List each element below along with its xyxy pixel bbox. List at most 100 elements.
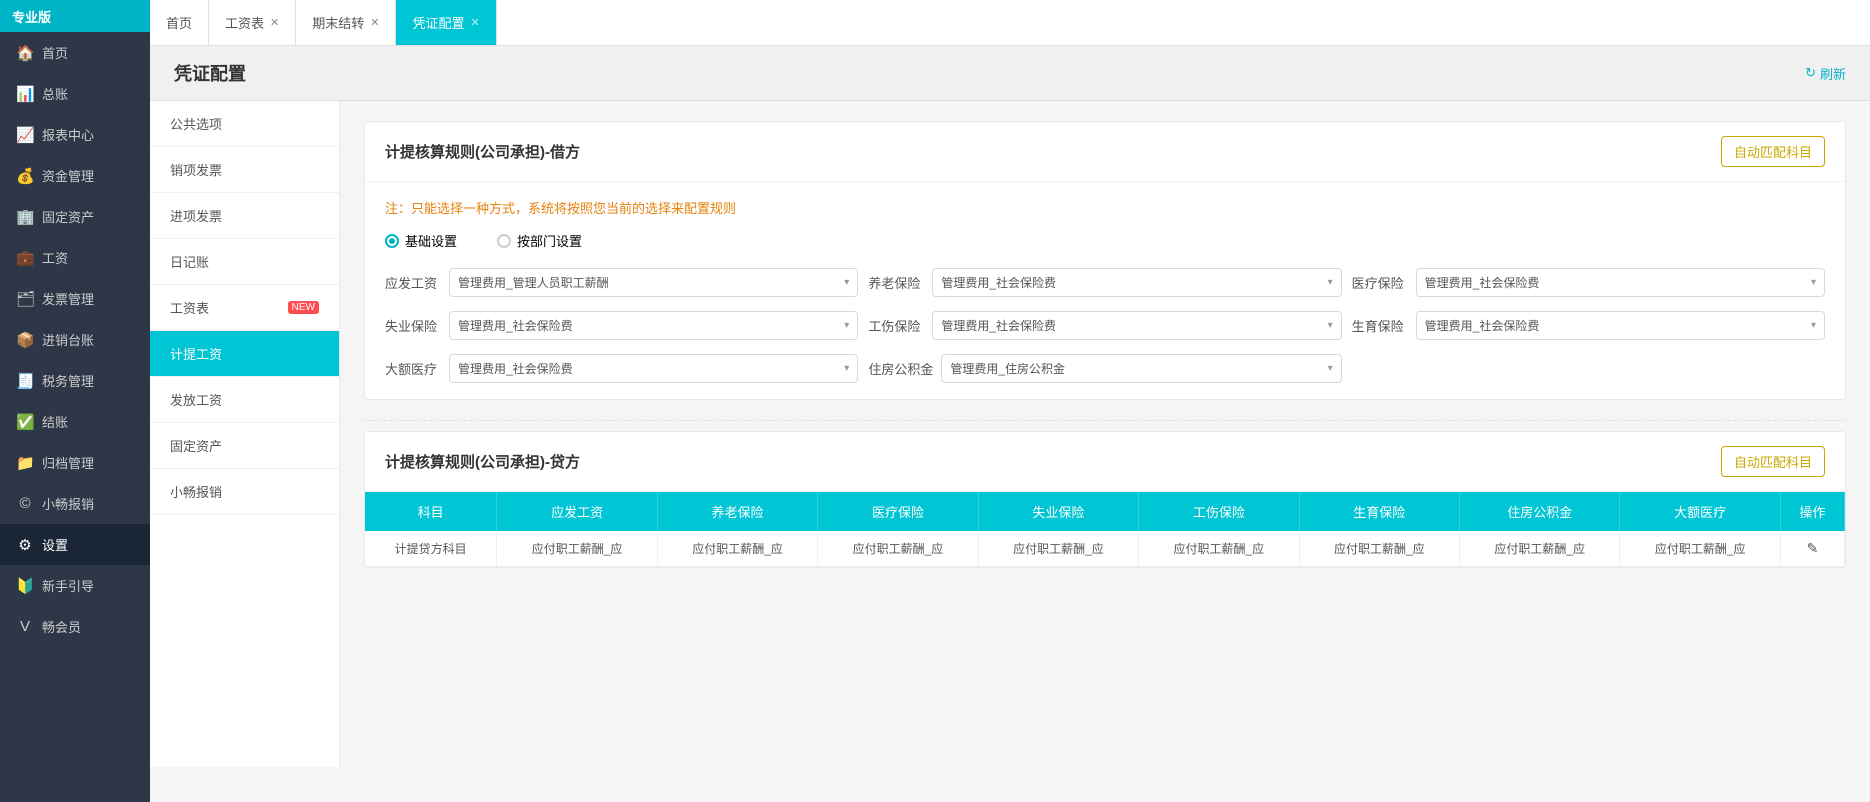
credit-col-1: 应发工资 [497,492,657,531]
tab-close-voucher-config[interactable]: ✕ [471,16,480,29]
radio-group: 基础设置 按部门设置 [385,231,1825,250]
edit-icon-0[interactable]: ✎ [1807,540,1819,556]
debit-select-3[interactable]: 管理费用_社会保险费 ▾ [449,311,858,340]
sidebar-item-closing[interactable]: ✅结账 [0,401,150,442]
credit-cell-0-4: 应付职工薪酬_应 [1139,531,1299,567]
tab-close-period-close[interactable]: ✕ [370,16,379,29]
debit-label-4: 工伤保险 [868,316,924,335]
sub-nav-label-accrual: 计提工资 [170,344,222,363]
debit-form-item-0: 应发工资 管理费用_管理人员职工薪酬 ▾ [385,268,858,297]
refresh-button[interactable]: ↻ 刷新 [1805,64,1846,83]
sidebar-icon-member: V [16,618,34,635]
debit-form-item-6: 大额医疗 管理费用_社会保险费 ▾ [385,354,858,383]
sidebar-label-closing: 结账 [42,412,68,431]
sidebar-label-home: 首页 [42,43,68,62]
debit-select-6[interactable]: 管理费用_社会保险费 ▾ [449,354,858,383]
sidebar-item-funds[interactable]: 💰资金管理 [0,155,150,196]
debit-label-6: 大额医疗 [385,359,441,378]
credit-cell-0-5: 应付职工薪酬_应 [1299,531,1459,567]
tab-home[interactable]: 首页 [150,0,209,45]
brand: 专业版 [0,0,150,32]
radio-dept-label: 按部门设置 [517,231,582,250]
debit-form-grid: 应发工资 管理费用_管理人员职工薪酬 ▾ 养老保险 管理费用_社会保险费 ▾ 医… [385,268,1825,383]
debit-label-5: 生育保险 [1352,316,1408,335]
sub-nav-accrual[interactable]: 计提工资 [150,331,339,377]
credit-section-header: 计提核算规则(公司承担)-贷方 自动匹配科目 [365,432,1845,492]
sidebar-item-home[interactable]: 🏠首页 [0,32,150,73]
debit-section-header: 计提核算规则(公司承担)-借方 自动匹配科目 [365,122,1845,182]
tab-payroll-table[interactable]: 工资表 ✕ [209,0,296,45]
sidebar-item-xcbx[interactable]: ©小畅报销 [0,483,150,524]
credit-table-wrapper: 科目应发工资养老保险医疗保险失业保险工伤保险生育保险住房公积金大额医疗操作 计提… [365,492,1845,567]
chevron-down-icon: ▾ [1328,320,1333,331]
sidebar-icon-funds: 💰 [16,167,34,185]
sub-nav-payroll-table[interactable]: 工资表NEW [150,285,339,331]
sidebar-item-guide[interactable]: 🔰新手引导 [0,565,150,606]
debit-label-1: 养老保险 [868,273,924,292]
debit-select-1[interactable]: 管理费用_社会保险费 ▾ [932,268,1341,297]
debit-form-item-7: 住房公积金 管理费用_住房公积金 ▾ [868,354,1341,383]
sub-nav-journal[interactable]: 日记账 [150,239,339,285]
chevron-down-icon: ▾ [1811,320,1816,331]
sidebar-label-settings: 设置 [42,535,68,554]
refresh-icon: ↻ [1805,65,1816,81]
sub-nav-issue-payroll[interactable]: 发放工资 [150,377,339,423]
radio-basic[interactable]: 基础设置 [385,231,457,250]
sidebar-icon-assets: 🏢 [16,208,34,226]
content-panel: 计提核算规则(公司承担)-借方 自动匹配科目 注：只能选择一种方式，系统将按照您… [340,101,1870,767]
sidebar-icon-ledger: 📊 [16,85,34,103]
tab-voucher-config[interactable]: 凭证配置✕ [396,0,496,45]
sidebar-item-invoices[interactable]: 🗂发票管理 [0,278,150,319]
credit-col-0: 科目 [365,492,497,531]
tab-bar: 首页工资表✕期末结转✕凭证配置✕ [150,0,1870,46]
radio-basic-label: 基础设置 [405,231,457,250]
sidebar-icon-guide: 🔰 [16,577,34,595]
debit-select-2[interactable]: 管理费用_社会保险费 ▾ [1416,268,1825,297]
credit-action-0[interactable]: ✎ [1780,531,1844,567]
credit-section: 计提核算规则(公司承担)-贷方 自动匹配科目 科目应发工资养老保险医疗保险失业保… [364,431,1846,568]
sidebar-item-tax[interactable]: 🧾税务管理 [0,360,150,401]
debit-select-4[interactable]: 管理费用_社会保险费 ▾ [932,311,1341,340]
debit-auto-match-button[interactable]: 自动匹配科目 [1721,136,1825,167]
sidebar-label-invoices: 发票管理 [42,289,94,308]
main-area: 首页工资表✕期末结转✕凭证配置✕ 凭证配置 ↻ 刷新 公共选项销项发票进项发票日… [150,0,1870,802]
sub-nav-public[interactable]: 公共选项 [150,101,339,147]
sidebar-item-member[interactable]: V畅会员 [0,606,150,647]
debit-form-item-2: 医疗保险 管理费用_社会保险费 ▾ [1352,268,1825,297]
sub-nav-label-xcbx2: 小畅报销 [170,482,222,501]
credit-col-9: 操作 [1780,492,1844,531]
debit-select-val-2: 管理费用_社会保险费 [1425,274,1540,291]
sidebar-item-reports[interactable]: 📈报表中心 [0,114,150,155]
sidebar-item-settings[interactable]: ⚙ 设置 [0,524,150,565]
sidebar-item-archive[interactable]: 📁归档管理 [0,442,150,483]
sidebar-item-ledger[interactable]: 📊总账 [0,73,150,114]
sidebar-label-reports: 报表中心 [42,125,94,144]
credit-cell-0-1: 应付职工薪酬_应 [657,531,817,567]
sub-nav-label-purchase-invoice: 进项发票 [170,206,222,225]
chevron-down-icon: ▾ [844,277,849,288]
sub-nav-purchase-invoice[interactable]: 进项发票 [150,193,339,239]
credit-col-4: 失业保险 [978,492,1138,531]
debit-select-7[interactable]: 管理费用_住房公积金 ▾ [941,354,1341,383]
tab-close-payroll-table[interactable]: ✕ [270,16,279,29]
sub-nav-sales-invoice[interactable]: 销项发票 [150,147,339,193]
sidebar-item-payroll[interactable]: 💼工资 [0,237,150,278]
tab-label-payroll-table: 工资表 [225,13,264,32]
sidebar-item-assets[interactable]: 🏢固定资产 [0,196,150,237]
debit-select-val-1: 管理费用_社会保险费 [941,274,1056,291]
chevron-down-icon: ▾ [1328,363,1333,374]
sub-nav-fixed-assets[interactable]: 固定资产 [150,423,339,469]
radio-dept[interactable]: 按部门设置 [497,231,582,250]
debit-select-0[interactable]: 管理费用_管理人员职工薪酬 ▾ [449,268,858,297]
debit-section: 计提核算规则(公司承担)-借方 自动匹配科目 注：只能选择一种方式，系统将按照您… [364,121,1846,400]
radio-dept-circle [497,234,511,248]
sub-nav-xcbx2[interactable]: 小畅报销 [150,469,339,515]
tab-period-close[interactable]: 期末结转✕ [296,0,396,45]
sidebar-item-inventory[interactable]: 📦进销台账 [0,319,150,360]
sidebar-icon-settings: ⚙ [16,536,34,554]
credit-auto-match-button[interactable]: 自动匹配科目 [1721,446,1825,477]
credit-col-7: 住房公积金 [1460,492,1620,531]
debit-label-3: 失业保险 [385,316,441,335]
debit-select-5[interactable]: 管理费用_社会保险费 ▾ [1416,311,1825,340]
divider [364,420,1846,421]
